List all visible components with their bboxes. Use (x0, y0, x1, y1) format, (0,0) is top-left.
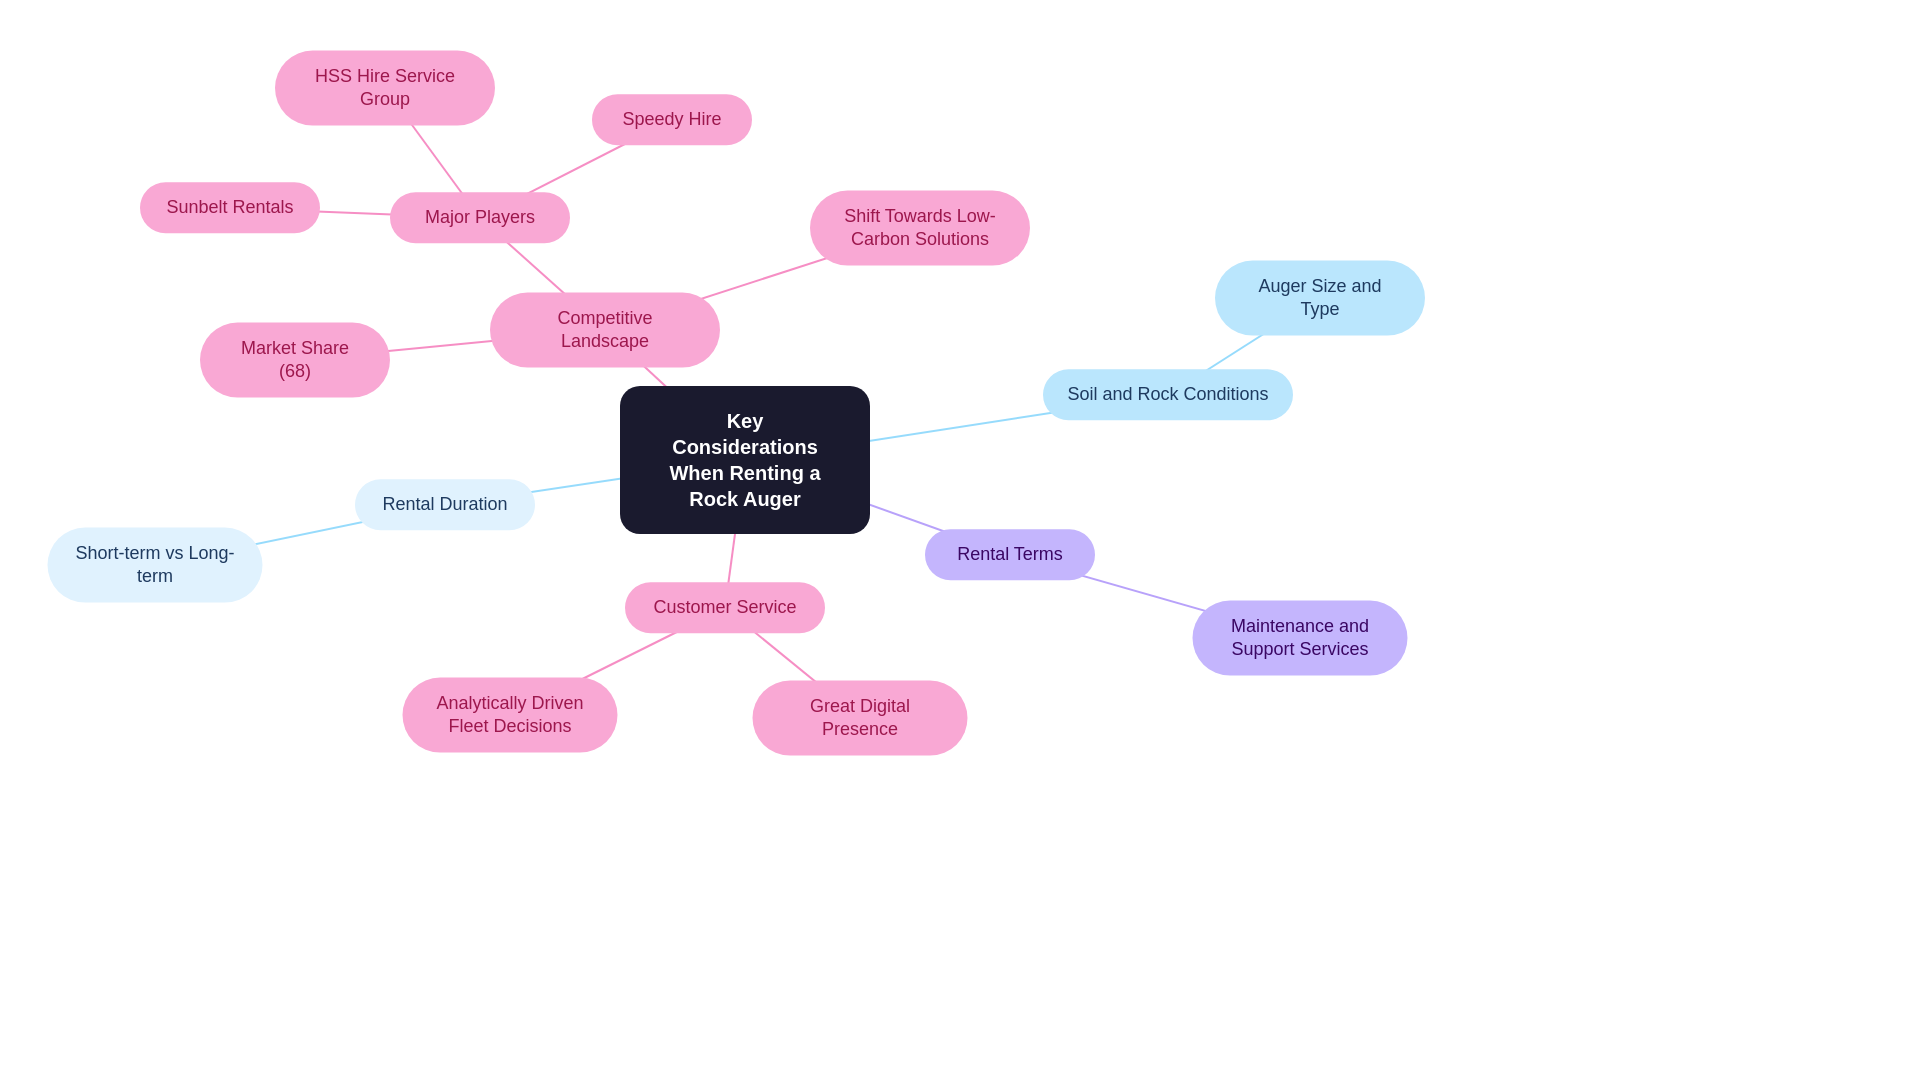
node-major_players: Major Players (390, 192, 570, 243)
node-maintenance_support: Maintenance and Support Services (1193, 601, 1408, 676)
mindmap-container: Key Considerations When Renting a Rock A… (0, 0, 1920, 1083)
node-analytically_driven: Analytically Driven Fleet Decisions (403, 678, 618, 753)
node-sunbelt_rentals: Sunbelt Rentals (140, 182, 320, 233)
node-great_digital: Great Digital Presence (753, 681, 968, 756)
node-competitive_landscape: Competitive Landscape (490, 293, 720, 368)
node-rental_terms: Rental Terms (925, 529, 1095, 580)
node-market_share: Market Share (68) (200, 323, 390, 398)
node-soil_rock: Soil and Rock Conditions (1043, 369, 1293, 420)
node-hss_hire: HSS Hire Service Group (275, 51, 495, 126)
node-rental_duration: Rental Duration (355, 479, 535, 530)
node-center: Key Considerations When Renting a Rock A… (620, 386, 870, 534)
node-speedy_hire: Speedy Hire (592, 94, 752, 145)
node-short_term: Short-term vs Long-term (48, 528, 263, 603)
node-shift_low_carbon: Shift Towards Low-Carbon Solutions (810, 191, 1030, 266)
node-auger_size: Auger Size and Type (1215, 261, 1425, 336)
node-customer_service: Customer Service (625, 582, 825, 633)
